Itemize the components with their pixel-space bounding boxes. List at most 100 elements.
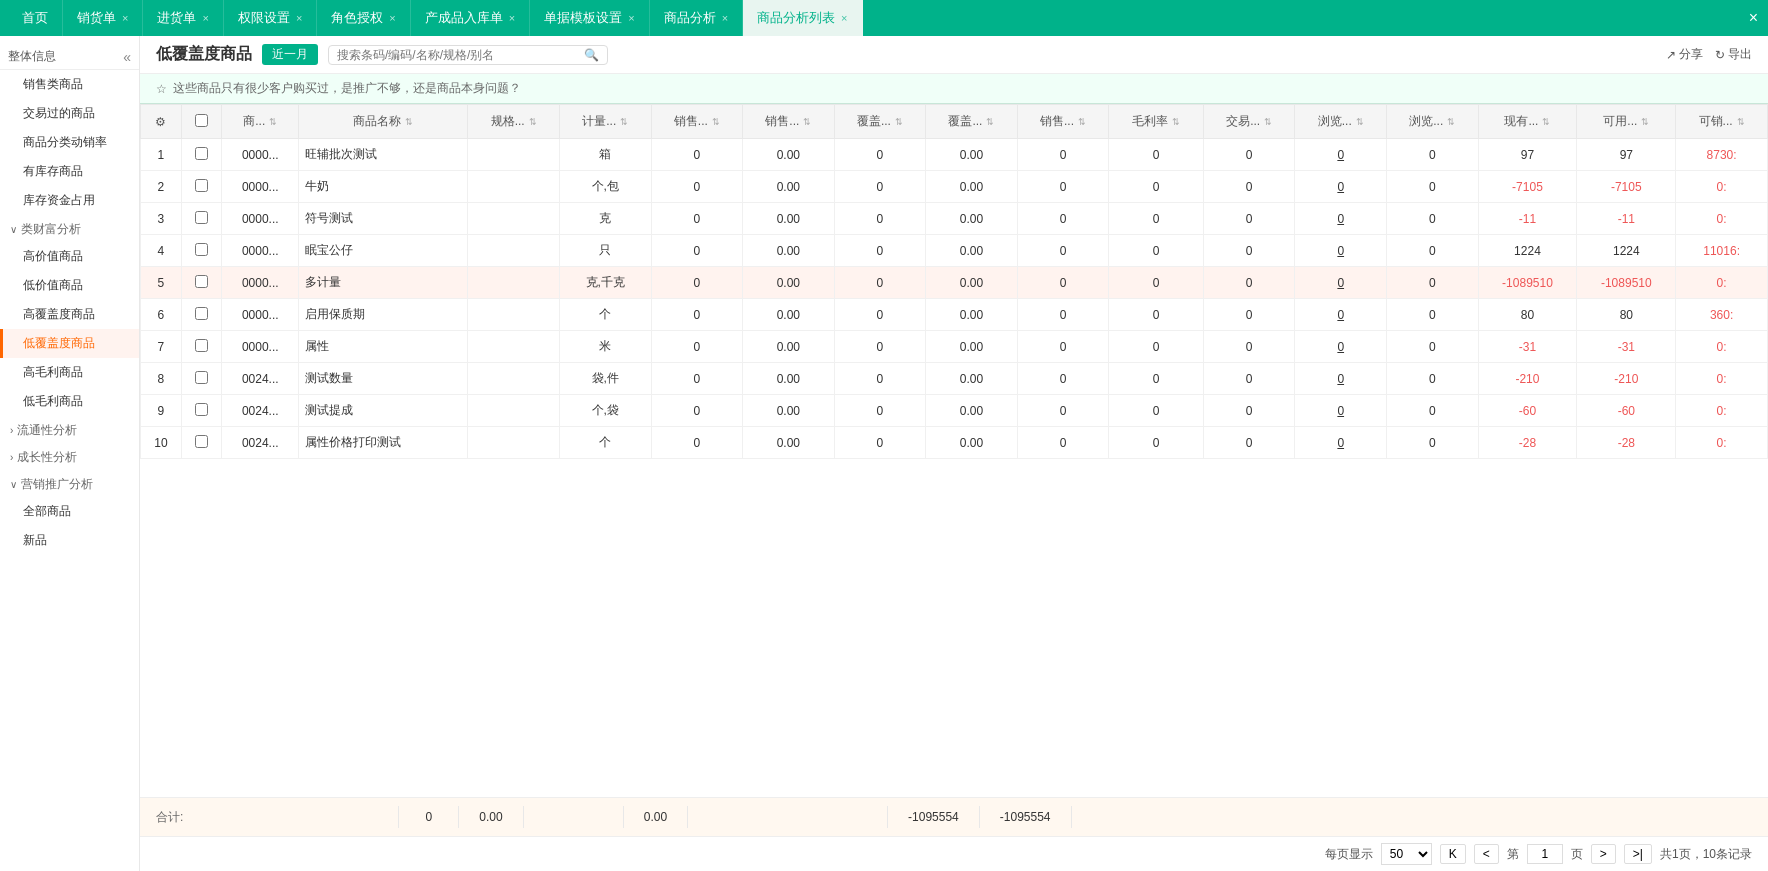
search-input[interactable] <box>337 48 584 62</box>
sidebar-section-marketing[interactable]: ∨营销推广分析 <box>0 470 139 497</box>
row-checkbox[interactable] <box>195 371 208 384</box>
cell-check[interactable] <box>181 267 221 299</box>
cell-browse1[interactable]: 0 <box>1295 267 1387 299</box>
cell-check[interactable] <box>181 363 221 395</box>
sidebar-item-high-margin[interactable]: 高毛利商品 <box>0 358 139 387</box>
browse1-link[interactable]: 0 <box>1337 276 1344 290</box>
cell-browse1[interactable]: 0 <box>1295 395 1387 427</box>
search-icon[interactable]: 🔍 <box>584 48 599 62</box>
cell-browse1[interactable]: 0 <box>1295 139 1387 171</box>
browse1-link[interactable]: 0 <box>1337 212 1344 226</box>
th-coverage1[interactable]: 覆盖...⇅ <box>834 105 926 139</box>
sidebar-item-all-goods[interactable]: 全部商品 <box>0 497 139 526</box>
th-sellable[interactable]: 可销...⇅ <box>1676 105 1768 139</box>
close-all-tabs[interactable]: × <box>1749 9 1758 27</box>
th-current[interactable]: 现有...⇅ <box>1478 105 1577 139</box>
th-browse1[interactable]: 浏览...⇅ <box>1295 105 1387 139</box>
nav-item-purchase[interactable]: 进货单 × <box>143 0 223 36</box>
row-checkbox[interactable] <box>195 179 208 192</box>
close-icon[interactable]: × <box>389 12 395 24</box>
cell-browse1[interactable]: 0 <box>1295 427 1387 459</box>
row-checkbox[interactable] <box>195 211 208 224</box>
browse1-link[interactable]: 0 <box>1337 180 1344 194</box>
sidebar-item-inventory[interactable]: 有库存商品 <box>0 157 139 186</box>
export-button[interactable]: ↻ 导出 <box>1715 46 1752 63</box>
sidebar-item-capital[interactable]: 库存资金占用 <box>0 186 139 215</box>
th-sales-amt[interactable]: 销售...⇅ <box>743 105 835 139</box>
current-page-input[interactable] <box>1527 844 1563 864</box>
th-unit[interactable]: 计量...⇅ <box>559 105 651 139</box>
cell-check[interactable] <box>181 299 221 331</box>
th-settings[interactable]: ⚙ <box>141 105 182 139</box>
sidebar-item-traded-goods[interactable]: 交易过的商品 <box>0 99 139 128</box>
cell-check[interactable] <box>181 331 221 363</box>
close-icon[interactable]: × <box>296 12 302 24</box>
row-checkbox[interactable] <box>195 275 208 288</box>
cell-browse1[interactable]: 0 <box>1295 299 1387 331</box>
sidebar-item-low-coverage[interactable]: 低覆盖度商品 <box>0 329 139 358</box>
browse1-link[interactable]: 0 <box>1337 308 1344 322</box>
row-checkbox[interactable] <box>195 435 208 448</box>
sidebar-section-growth[interactable]: ›成长性分析 <box>0 443 139 470</box>
sidebar-section-circulation[interactable]: ›流通性分析 <box>0 416 139 443</box>
nav-item-warehouse[interactable]: 产成品入库单 × <box>411 0 530 36</box>
th-sales-extra[interactable]: 销售...⇅ <box>1017 105 1109 139</box>
close-icon[interactable]: × <box>122 12 128 24</box>
browse1-link[interactable]: 0 <box>1337 244 1344 258</box>
row-checkbox[interactable] <box>195 307 208 320</box>
sidebar-item-low-value[interactable]: 低价值商品 <box>0 271 139 300</box>
sidebar-collapse-btn[interactable]: « <box>123 49 131 65</box>
sidebar-item-new-goods[interactable]: 新品 <box>0 526 139 555</box>
browse1-link[interactable]: 0 <box>1337 404 1344 418</box>
browse1-link[interactable]: 0 <box>1337 148 1344 162</box>
sidebar-item-sales-goods[interactable]: 销售类商品 <box>0 70 139 99</box>
close-icon[interactable]: × <box>202 12 208 24</box>
nav-item-home[interactable]: 首页 <box>8 0 63 36</box>
th-code[interactable]: 商...⇅ <box>222 105 299 139</box>
nav-item-permissions[interactable]: 权限设置 × <box>224 0 317 36</box>
row-checkbox[interactable] <box>195 147 208 160</box>
cell-browse1[interactable]: 0 <box>1295 363 1387 395</box>
nav-item-analysis-list[interactable]: 商品分析列表 × <box>743 0 862 36</box>
cell-check[interactable] <box>181 203 221 235</box>
sidebar-item-high-value[interactable]: 高价值商品 <box>0 242 139 271</box>
close-icon[interactable]: × <box>841 12 847 24</box>
browse1-link[interactable]: 0 <box>1337 340 1344 354</box>
share-button[interactable]: ↗ 分享 <box>1666 46 1703 63</box>
select-all-checkbox[interactable] <box>195 114 208 127</box>
th-sales-qty[interactable]: 销售...⇅ <box>651 105 743 139</box>
nav-item-roles[interactable]: 角色授权 × <box>317 0 410 36</box>
row-checkbox[interactable] <box>195 339 208 352</box>
sidebar-section-wealth[interactable]: ∨类财富分析 <box>0 215 139 242</box>
row-checkbox[interactable] <box>195 243 208 256</box>
sidebar-item-category-rate[interactable]: 商品分类动销率 <box>0 128 139 157</box>
th-trade[interactable]: 交易...⇅ <box>1203 105 1295 139</box>
row-checkbox[interactable] <box>195 403 208 416</box>
th-gross-margin[interactable]: 毛利率⇅ <box>1109 105 1204 139</box>
cell-check[interactable] <box>181 139 221 171</box>
sidebar-item-high-coverage[interactable]: 高覆盖度商品 <box>0 300 139 329</box>
cell-browse1[interactable]: 0 <box>1295 203 1387 235</box>
prev-page-button[interactable]: < <box>1474 844 1499 864</box>
nav-item-analysis[interactable]: 商品分析 × <box>650 0 743 36</box>
browse1-link[interactable]: 0 <box>1337 436 1344 450</box>
first-page-button[interactable]: K <box>1440 844 1466 864</box>
cell-check[interactable] <box>181 171 221 203</box>
cell-browse1[interactable]: 0 <box>1295 235 1387 267</box>
per-page-select[interactable]: 50 100 200 <box>1381 843 1432 865</box>
close-icon[interactable]: × <box>722 12 728 24</box>
nav-item-template[interactable]: 单据模板设置 × <box>530 0 649 36</box>
close-icon[interactable]: × <box>628 12 634 24</box>
th-available[interactable]: 可用...⇅ <box>1577 105 1676 139</box>
cell-browse1[interactable]: 0 <box>1295 331 1387 363</box>
nav-item-sales[interactable]: 销货单 × <box>63 0 143 36</box>
cell-check[interactable] <box>181 427 221 459</box>
th-coverage2[interactable]: 覆盖...⇅ <box>926 105 1018 139</box>
cell-browse1[interactable]: 0 <box>1295 171 1387 203</box>
th-name[interactable]: 商品名称⇅ <box>299 105 468 139</box>
th-browse2[interactable]: 浏览...⇅ <box>1387 105 1479 139</box>
cell-check[interactable] <box>181 235 221 267</box>
th-check[interactable] <box>181 105 221 139</box>
cell-check[interactable] <box>181 395 221 427</box>
close-icon[interactable]: × <box>509 12 515 24</box>
